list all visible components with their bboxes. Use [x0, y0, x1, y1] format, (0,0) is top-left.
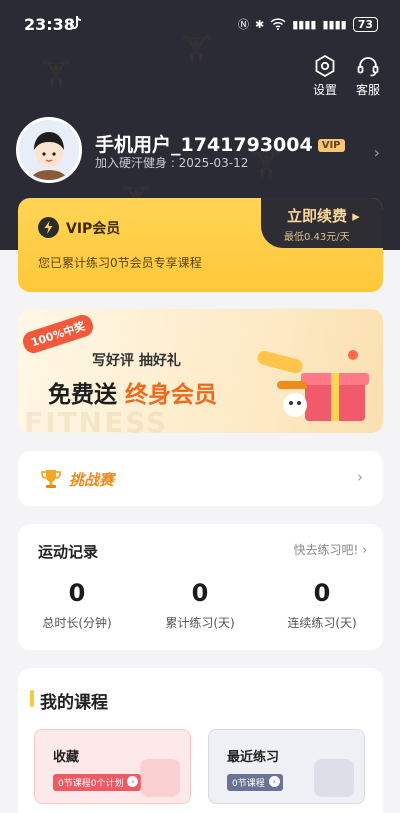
- records-title: 运动记录: [38, 543, 99, 561]
- go-practice-link[interactable]: 快去练习吧! ›: [294, 541, 367, 558]
- workout-records-card: 运动记录 快去练习吧! › 0 总时长(分钟) 0 累计练习(天) 0 连续练习…: [18, 524, 383, 650]
- signal-strength-2: ▮▮▮▮: [322, 17, 347, 31]
- signal-strength-1: ▮▮▮▮: [292, 17, 317, 31]
- avatar[interactable]: [16, 117, 82, 183]
- arrow-right-icon: ›: [268, 776, 280, 787]
- username: 手机用户_1741793004 VIP: [95, 130, 345, 157]
- favorites-count: 0节课程0个计划: [58, 779, 124, 789]
- avatar-illustration: [19, 120, 79, 180]
- renew-price: 最低0.43元/天: [284, 232, 350, 243]
- favorites-count-pill: 0节课程0个计划 ›: [53, 774, 142, 791]
- tiktok-icon: [70, 16, 81, 29]
- heart-icon: [140, 759, 180, 797]
- promo-line-2: 免费送 终身会员: [48, 375, 217, 409]
- username-text: 手机用户_1741793004: [95, 134, 313, 156]
- vip-badge: VIP: [317, 139, 345, 152]
- stat-label: 总时长(分钟): [42, 616, 112, 630]
- settings-label: 设置: [312, 83, 337, 97]
- bluetooth-icon: ✱: [255, 17, 265, 31]
- favorites-card[interactable]: 收藏 0节课程0个计划 ›: [34, 729, 191, 804]
- fitness-watermark: FITNESS: [24, 406, 169, 433]
- stat-total-days: 0 累计练习(天): [145, 578, 255, 631]
- recent-practice-card[interactable]: 最近练习 0节课程 ›: [208, 729, 365, 804]
- gift-box-illustration: [257, 350, 369, 421]
- wifi-icon: [270, 18, 286, 30]
- chevron-right-icon: ›: [362, 543, 367, 557]
- lightning-icon: [38, 217, 59, 238]
- customer-service-label: 客服: [355, 83, 380, 97]
- join-date: 加入硬汗健身 : 2025-03-12: [95, 156, 249, 170]
- go-practice-label: 快去练习吧!: [293, 543, 359, 557]
- favorites-title: 收藏: [53, 750, 80, 765]
- clock-icon: [314, 759, 354, 797]
- vip-description: 您已累计练习0节会员专享课程: [38, 256, 202, 270]
- courses-title: 我的课程: [40, 693, 108, 713]
- trophy-icon: [41, 470, 61, 488]
- renew-button[interactable]: 立即续费 ▸ 最低0.43元/天: [261, 198, 383, 248]
- settings-button[interactable]: 设置: [305, 54, 345, 98]
- stat-streak-days: 0 连续练习(天): [267, 578, 377, 631]
- headset-icon: [357, 57, 379, 77]
- chevron-right-icon: ›: [357, 468, 363, 486]
- dumbbell-decoration-icon: 🏋: [40, 60, 73, 90]
- recent-count: 0节课程: [232, 779, 265, 789]
- profile-row[interactable]: 手机用户_1741793004 VIP 加入硬汗健身 : 2025-03-12 ›: [16, 117, 386, 183]
- promo-banner[interactable]: FITNESS 100%中奖 写好评 抽好礼 免费送 终身会员: [18, 309, 383, 433]
- stat-value: 0: [68, 579, 86, 607]
- status-time: 23:38: [24, 15, 75, 34]
- section-accent-bar: [30, 690, 34, 707]
- challenge-entry[interactable]: 挑战赛 ›: [18, 451, 383, 506]
- vip-membership-card[interactable]: VIP会员 您已累计练习0节会员专享课程 立即续费 ▸ 最低0.43元/天: [18, 198, 383, 292]
- renew-label: 立即续费 ▸: [287, 207, 360, 225]
- recent-count-pill: 0节课程 ›: [227, 774, 283, 791]
- promo-line-1: 写好评 抽好礼: [92, 353, 181, 369]
- challenge-title: 挑战赛: [69, 471, 115, 489]
- stat-label: 连续练习(天): [287, 616, 357, 630]
- prize-ribbon: 100%中奖: [20, 312, 96, 356]
- battery-indicator: 73: [352, 16, 378, 32]
- customer-service-button[interactable]: 客服: [348, 54, 388, 98]
- nfc-icon: Ⓝ: [238, 18, 250, 31]
- stat-label: 累计练习(天): [165, 616, 235, 630]
- promo-line-2-highlight: 终身会员: [125, 382, 218, 408]
- promo-line-2-prefix: 免费送: [48, 382, 126, 408]
- settings-icon: [315, 54, 335, 78]
- status-bar: 23:38 Ⓝ ✱ ▮▮▮▮ ▮▮▮▮ 73: [0, 0, 400, 48]
- stat-total-minutes: 0 总时长(分钟): [22, 578, 132, 631]
- stat-value: 0: [191, 579, 209, 607]
- recent-title: 最近练习: [227, 750, 280, 765]
- chevron-right-icon: ›: [373, 143, 380, 162]
- vip-title: VIP会员: [66, 221, 121, 237]
- my-courses-section: 我的课程 收藏 0节课程0个计划 › 最近练习 0节课程 ›: [18, 668, 383, 813]
- stat-value: 0: [313, 579, 331, 607]
- arrow-right-icon: ›: [127, 776, 139, 787]
